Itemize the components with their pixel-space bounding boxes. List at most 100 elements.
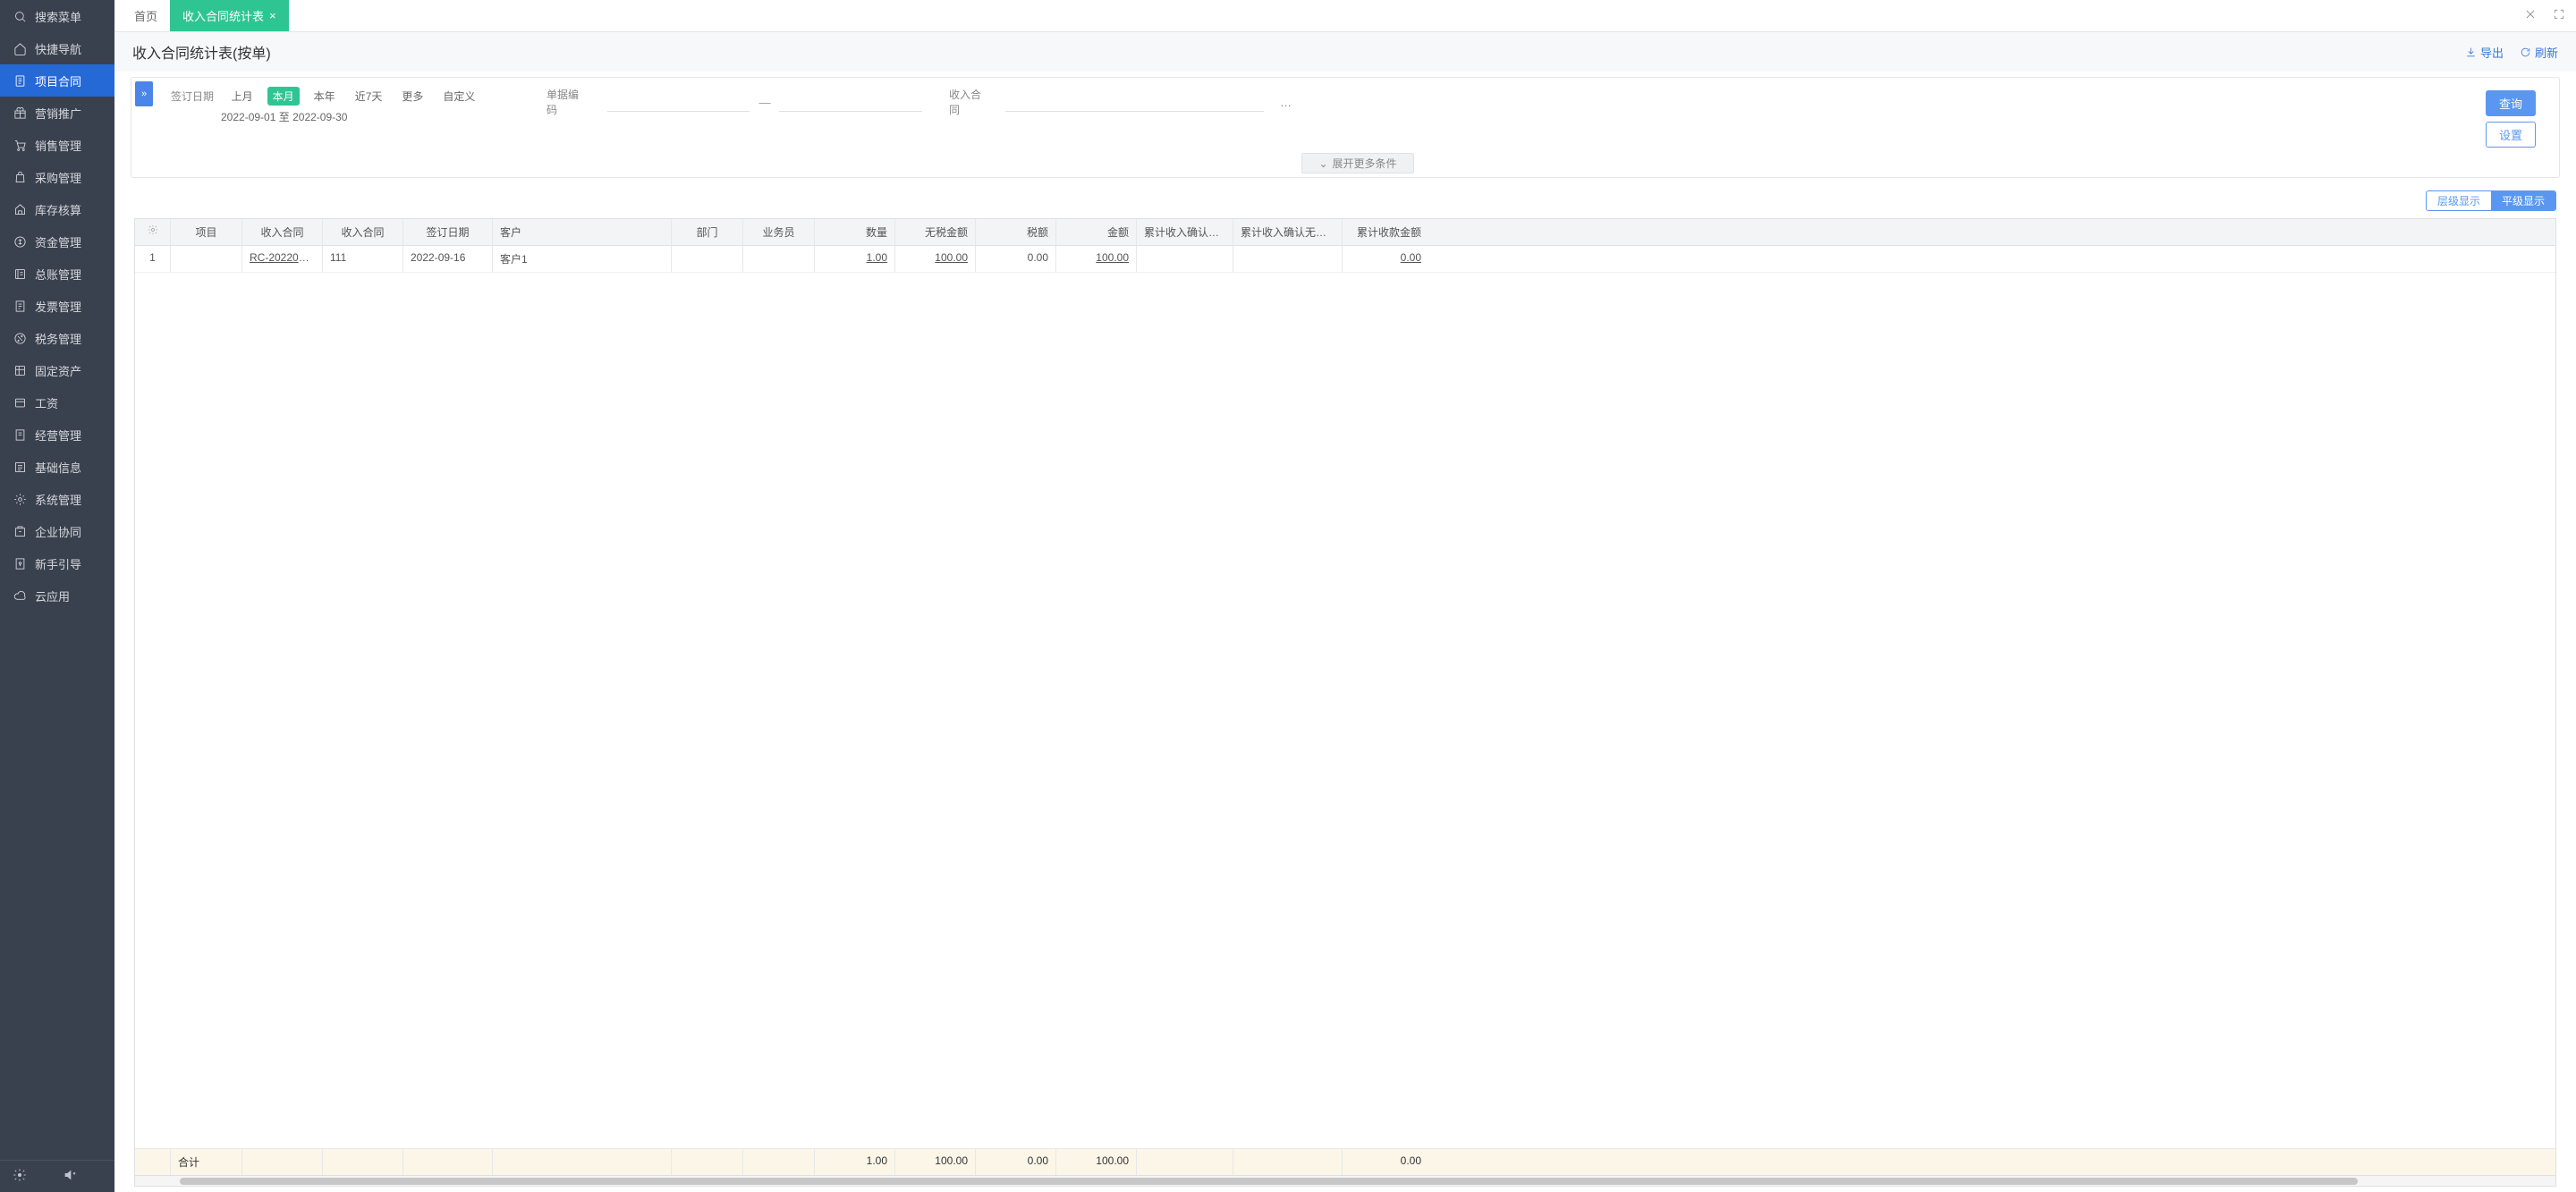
th-notax: 无税金额 xyxy=(895,219,976,245)
sidebar: 搜索菜单快捷导航项目合同营销推广销售管理采购管理库存核算资金管理总账管理发票管理… xyxy=(0,0,114,1192)
dash: — xyxy=(758,96,770,109)
sidebar-item-label: 搜索菜单 xyxy=(35,8,81,25)
tab-close-icon[interactable]: × xyxy=(269,9,276,22)
th-amount: 金额 xyxy=(1056,219,1137,245)
contract-more-button[interactable]: … xyxy=(1280,96,1292,109)
footer-amount: 100.00 xyxy=(1056,1149,1137,1175)
filter-collapse-button[interactable]: » xyxy=(135,81,153,106)
sidebar-item-label: 采购管理 xyxy=(35,169,81,186)
file-icon xyxy=(13,73,27,88)
scrollbar-thumb[interactable] xyxy=(180,1178,2358,1185)
date-tab[interactable]: 自定义 xyxy=(437,87,480,106)
th-income-contract-name: 收入合同 xyxy=(323,219,403,245)
fullscreen-icon[interactable] xyxy=(2553,8,2565,23)
sidebar-item-label: 总账管理 xyxy=(35,266,81,283)
th-cum-income-notax: 累计收入确认无税金额 xyxy=(1233,219,1343,245)
tab-home[interactable]: 首页 xyxy=(122,0,170,31)
display-layer-option[interactable]: 层级显示 xyxy=(2427,191,2491,210)
filter-sign-date: 签订日期 上月本月本年近7天更多自定义 2022-09-01 至 2022-09… xyxy=(171,87,493,124)
th-biz: 业务员 xyxy=(743,219,815,245)
sidebar-item-6[interactable]: 库存核算 xyxy=(0,193,114,225)
action-label: 导出 xyxy=(2480,44,2504,61)
sidebar-item-16[interactable]: 企业协同 xyxy=(0,515,114,547)
chevron-down-icon: ⌄ xyxy=(1318,157,1327,170)
page-title: 收入合同统计表(按单) xyxy=(132,41,271,63)
display-toggle: 层级显示 平级显示 xyxy=(2426,190,2556,211)
cell-qty[interactable]: 1.00 xyxy=(815,246,895,272)
sidebar-item-0[interactable]: 搜索菜单 xyxy=(0,0,114,32)
date-tab[interactable]: 更多 xyxy=(396,87,428,106)
sidebar-item-label: 企业协同 xyxy=(35,523,81,540)
filter-label: 单据编码 xyxy=(547,87,589,117)
close-all-icon[interactable] xyxy=(2524,8,2537,23)
sidebar-item-3[interactable]: 营销推广 xyxy=(0,97,114,129)
sidebar-item-13[interactable]: 经营管理 xyxy=(0,418,114,451)
date-tab[interactable]: 近7天 xyxy=(350,87,388,106)
query-button[interactable]: 查询 xyxy=(2486,90,2536,116)
th-customer: 客户 xyxy=(493,219,672,245)
cell-cum-receipt[interactable]: 0.00 xyxy=(1343,246,1428,272)
column-settings-button[interactable] xyxy=(135,219,171,245)
filter-doc-no: 单据编码 — xyxy=(547,87,922,117)
sidebar-footer xyxy=(0,1160,114,1192)
sidebar-item-4[interactable]: 销售管理 xyxy=(0,129,114,161)
sidebar-item-1[interactable]: 快捷导航 xyxy=(0,32,114,64)
sidebar-item-8[interactable]: 总账管理 xyxy=(0,258,114,290)
th-tax: 税额 xyxy=(976,219,1056,245)
table-footer: 合计 1.00 100.00 0.00 100.00 0.00 xyxy=(135,1148,2555,1175)
doc-no-to-input[interactable] xyxy=(779,92,922,112)
sidebar-item-2[interactable]: 项目合同 xyxy=(0,64,114,97)
cell-contract-no[interactable]: RC-20220916-0 xyxy=(242,246,323,272)
sidebar-item-label: 库存核算 xyxy=(35,201,81,218)
filter-label: 收入合同 xyxy=(949,87,987,117)
date-tab[interactable]: 本年 xyxy=(309,87,341,106)
sidebar-item-10[interactable]: 税务管理 xyxy=(0,322,114,354)
cloud-icon xyxy=(13,588,27,603)
sidebar-item-9[interactable]: 发票管理 xyxy=(0,290,114,322)
sidebar-item-11[interactable]: 固定资产 xyxy=(0,354,114,386)
footer-cum-receipt: 0.00 xyxy=(1343,1149,1428,1175)
sidebar-item-15[interactable]: 系统管理 xyxy=(0,483,114,515)
info-icon xyxy=(13,460,27,474)
sidebar-item-12[interactable]: 工资 xyxy=(0,386,114,418)
footer-tax: 0.00 xyxy=(976,1149,1056,1175)
sidebar-item-14[interactable]: 基础信息 xyxy=(0,451,114,483)
guide-icon xyxy=(13,556,27,571)
th-cum-receipt: 累计收款金额 xyxy=(1343,219,1428,245)
doc-no-from-input[interactable] xyxy=(607,92,750,112)
bag-icon xyxy=(13,170,27,184)
sidebar-item-17[interactable]: 新手引导 xyxy=(0,547,114,579)
cell-biz xyxy=(743,246,815,272)
th-dept: 部门 xyxy=(672,219,743,245)
th-qty: 数量 xyxy=(815,219,895,245)
settings-button[interactable]: 设置 xyxy=(2486,122,2536,148)
sidebar-item-label: 系统管理 xyxy=(35,491,81,508)
cell-amount[interactable]: 100.00 xyxy=(1056,246,1137,272)
sidebar-item-label: 销售管理 xyxy=(35,137,81,154)
settings-icon[interactable] xyxy=(13,1168,27,1185)
horizontal-scrollbar[interactable] xyxy=(134,1176,2556,1187)
sidebar-item-5[interactable]: 采购管理 xyxy=(0,161,114,193)
asset-icon xyxy=(13,363,27,377)
contract-input[interactable] xyxy=(1005,92,1264,112)
data-table: 项目 收入合同 收入合同 签订日期 客户 部门 业务员 数量 无税金额 税额 金… xyxy=(134,218,2556,1176)
tab-active[interactable]: 收入合同统计表 × xyxy=(170,0,289,31)
refresh-button[interactable]: 刷新 xyxy=(2520,44,2558,61)
sidebar-item-7[interactable]: 资金管理 xyxy=(0,225,114,258)
sound-icon[interactable] xyxy=(63,1168,77,1185)
date-tab[interactable]: 上月 xyxy=(226,87,258,106)
enterprise-icon xyxy=(13,524,27,538)
footer-cum-income-notax xyxy=(1233,1149,1343,1175)
display-flat-option[interactable]: 平级显示 xyxy=(2491,191,2555,210)
sidebar-item-label: 快捷导航 xyxy=(35,40,81,57)
cell-notax[interactable]: 100.00 xyxy=(895,246,976,272)
sidebar-item-18[interactable]: 云应用 xyxy=(0,579,114,612)
system-icon xyxy=(13,492,27,506)
sidebar-item-label: 工资 xyxy=(35,394,58,411)
export-button[interactable]: 导出 xyxy=(2465,44,2504,61)
search-icon xyxy=(13,9,27,23)
table-row[interactable]: 1 RC-20220916-0 111 2022-09-16 客户1 1.00 … xyxy=(135,246,2555,273)
expand-conditions-button[interactable]: ⌄ 展开更多条件 xyxy=(1301,153,1413,173)
sidebar-item-label: 固定资产 xyxy=(35,362,81,379)
date-tab[interactable]: 本月 xyxy=(267,87,300,106)
